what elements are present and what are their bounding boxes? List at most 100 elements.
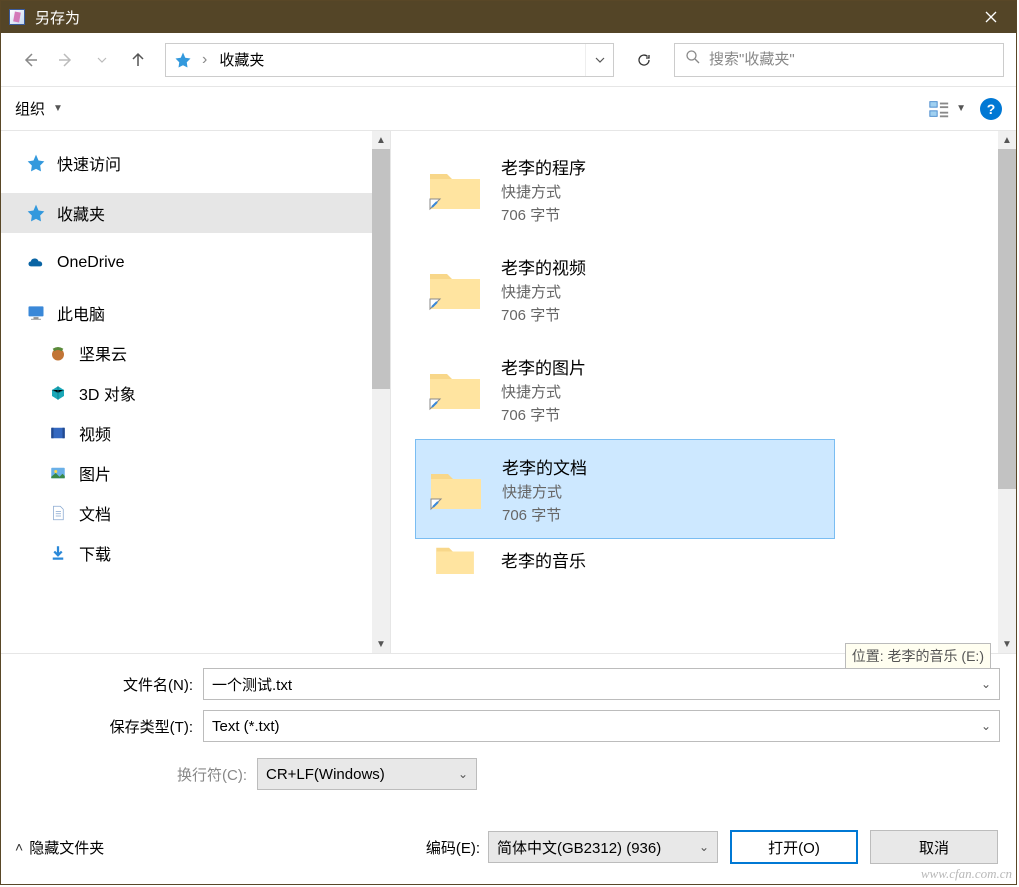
folder-shortcut-icon xyxy=(425,359,485,419)
location-tooltip: 位置: 老李的音乐 (E:) xyxy=(845,643,991,669)
close-button[interactable] xyxy=(966,1,1016,33)
scroll-down-icon[interactable]: ▼ xyxy=(372,635,390,653)
titlebar: 另存为 xyxy=(1,1,1016,33)
organize-menu[interactable]: 组织 ▼ xyxy=(15,98,63,119)
tree-item-favorites[interactable]: 收藏夹 xyxy=(1,193,390,233)
nav-up-button[interactable] xyxy=(121,43,155,77)
scroll-up-icon[interactable]: ▲ xyxy=(998,131,1016,149)
tree-item-label: 图片 xyxy=(79,461,111,485)
navigation-bar: › 收藏夹 xyxy=(1,33,1016,87)
address-dropdown[interactable] xyxy=(585,44,613,76)
nav-recent-dropdown[interactable] xyxy=(85,43,119,77)
folder-shortcut-icon xyxy=(426,459,486,519)
breadcrumb-location[interactable]: 收藏夹 xyxy=(219,49,264,70)
filetype-value: Text (*.txt) xyxy=(212,718,981,735)
file-name: 老李的文档 xyxy=(502,454,587,479)
tree-item-label: 3D 对象 xyxy=(79,381,136,405)
file-name: 老李的音乐 xyxy=(501,547,586,572)
hide-folders-button[interactable]: ˄ 隐藏文件夹 xyxy=(15,837,104,858)
sidebar-scrollbar[interactable]: ▲ ▼ xyxy=(372,131,390,653)
refresh-button[interactable] xyxy=(624,43,664,77)
file-name: 老李的图片 xyxy=(501,354,586,379)
file-type: 快捷方式 xyxy=(501,281,586,302)
tree-item-label: 下载 xyxy=(79,541,111,565)
nav-back-button[interactable] xyxy=(13,43,47,77)
app-icon xyxy=(9,9,25,25)
tree-item-nutstore[interactable]: 坚果云 xyxy=(1,333,390,373)
chevron-down-icon: ⌄ xyxy=(458,767,468,781)
hide-folders-label: 隐藏文件夹 xyxy=(29,837,104,858)
tree-item-label: 坚果云 xyxy=(79,341,127,365)
tree-item-videos[interactable]: 视频 xyxy=(1,413,390,453)
file-size: 706 字节 xyxy=(502,504,587,525)
lineending-combo[interactable]: CR+LF(Windows) ⌄ xyxy=(257,758,477,790)
organize-label: 组织 xyxy=(15,98,45,119)
watermark: www.cfan.com.cn xyxy=(921,866,1012,882)
encoding-value: 简体中文(GB2312) (936) xyxy=(497,837,699,858)
onedrive-icon xyxy=(25,252,47,274)
tree-item-onedrive[interactable]: OneDrive xyxy=(1,243,390,283)
lineending-value: CR+LF(Windows) xyxy=(266,766,458,783)
file-item[interactable]: 老李的文档 快捷方式 706 字节 xyxy=(415,439,835,539)
folder-shortcut-icon xyxy=(425,259,485,319)
scroll-thumb[interactable] xyxy=(372,149,390,389)
nav-forward-button[interactable] xyxy=(49,43,83,77)
address-bar[interactable]: › 收藏夹 xyxy=(165,43,614,77)
save-as-dialog: 另存为 › 收藏夹 xyxy=(0,0,1017,885)
filetype-combo[interactable]: Text (*.txt) ⌄ xyxy=(203,710,1000,742)
file-type: 快捷方式 xyxy=(501,181,586,202)
file-size: 706 字节 xyxy=(501,404,586,425)
tree-item-downloads[interactable]: 下载 xyxy=(1,533,390,573)
tree-item-this-pc[interactable]: 此电脑 xyxy=(1,293,390,333)
nutstore-icon xyxy=(47,342,69,364)
videos-icon xyxy=(47,422,69,444)
tree-item-pictures[interactable]: 图片 xyxy=(1,453,390,493)
documents-icon xyxy=(47,502,69,524)
bottom-bar: ˄ 隐藏文件夹 编码(E): 简体中文(GB2312) (936) ⌄ 打开(O… xyxy=(1,810,1016,884)
toolbar: 组织 ▼ ▼ ? xyxy=(1,87,1016,131)
downloads-icon xyxy=(47,542,69,564)
filelist-scrollbar[interactable]: ▲ ▼ xyxy=(998,131,1016,653)
cancel-button[interactable]: 取消 xyxy=(870,830,998,864)
scroll-thumb[interactable] xyxy=(998,149,1016,489)
scroll-up-icon[interactable]: ▲ xyxy=(372,131,390,149)
tree-item-label: 文档 xyxy=(79,501,111,525)
file-list: 老李的程序 快捷方式 706 字节 老李的视频 快捷方式 706 字节 老李的图… xyxy=(391,131,1016,653)
chevron-up-icon: ˄ xyxy=(15,839,23,855)
computer-icon xyxy=(25,302,47,324)
file-item[interactable]: 老李的音乐 xyxy=(415,539,835,579)
filename-label: 文件名(N): xyxy=(17,674,203,695)
file-size: 706 字节 xyxy=(501,304,586,325)
file-size: 706 字节 xyxy=(501,204,586,225)
3d-objects-icon xyxy=(47,382,69,404)
filename-input[interactable] xyxy=(212,676,981,693)
favorites-icon xyxy=(25,202,47,224)
favorites-icon xyxy=(170,47,196,73)
tree-item-quick-access[interactable]: 快速访问 xyxy=(1,143,390,183)
encoding-dropdown[interactable]: 简体中文(GB2312) (936) ⌄ xyxy=(488,831,718,863)
chevron-down-icon: ▼ xyxy=(53,103,63,114)
file-item[interactable]: 老李的视频 快捷方式 706 字节 xyxy=(415,239,835,339)
search-input[interactable] xyxy=(709,51,993,68)
view-menu[interactable]: ▼ xyxy=(928,98,966,120)
window-title: 另存为 xyxy=(35,7,80,28)
tree-item-label: 此电脑 xyxy=(57,301,105,325)
tree-item-documents[interactable]: 文档 xyxy=(1,493,390,533)
tree-item-label: 视频 xyxy=(79,421,111,445)
search-box[interactable] xyxy=(674,43,1004,77)
file-item[interactable]: 老李的图片 快捷方式 706 字节 xyxy=(415,339,835,439)
file-item[interactable]: 老李的程序 快捷方式 706 字节 xyxy=(415,139,835,239)
pictures-icon xyxy=(47,462,69,484)
open-button[interactable]: 打开(O) xyxy=(730,830,858,864)
tree-item-3d-objects[interactable]: 3D 对象 xyxy=(1,373,390,413)
navigation-tree: 快速访问 收藏夹 OneDrive 此电脑 坚果云 xyxy=(1,131,391,653)
file-name: 老李的视频 xyxy=(501,254,586,279)
quick-access-icon xyxy=(25,152,47,174)
folder-shortcut-icon xyxy=(425,159,485,219)
scroll-down-icon[interactable]: ▼ xyxy=(998,635,1016,653)
filetype-label: 保存类型(T): xyxy=(17,716,203,737)
filename-combo[interactable]: ⌄ 位置: 老李的音乐 (E:) xyxy=(203,668,1000,700)
help-button[interactable]: ? xyxy=(980,98,1002,120)
form-area: 文件名(N): ⌄ 位置: 老李的音乐 (E:) 保存类型(T): Text (… xyxy=(1,654,1016,810)
chevron-down-icon[interactable]: ⌄ xyxy=(981,677,991,691)
